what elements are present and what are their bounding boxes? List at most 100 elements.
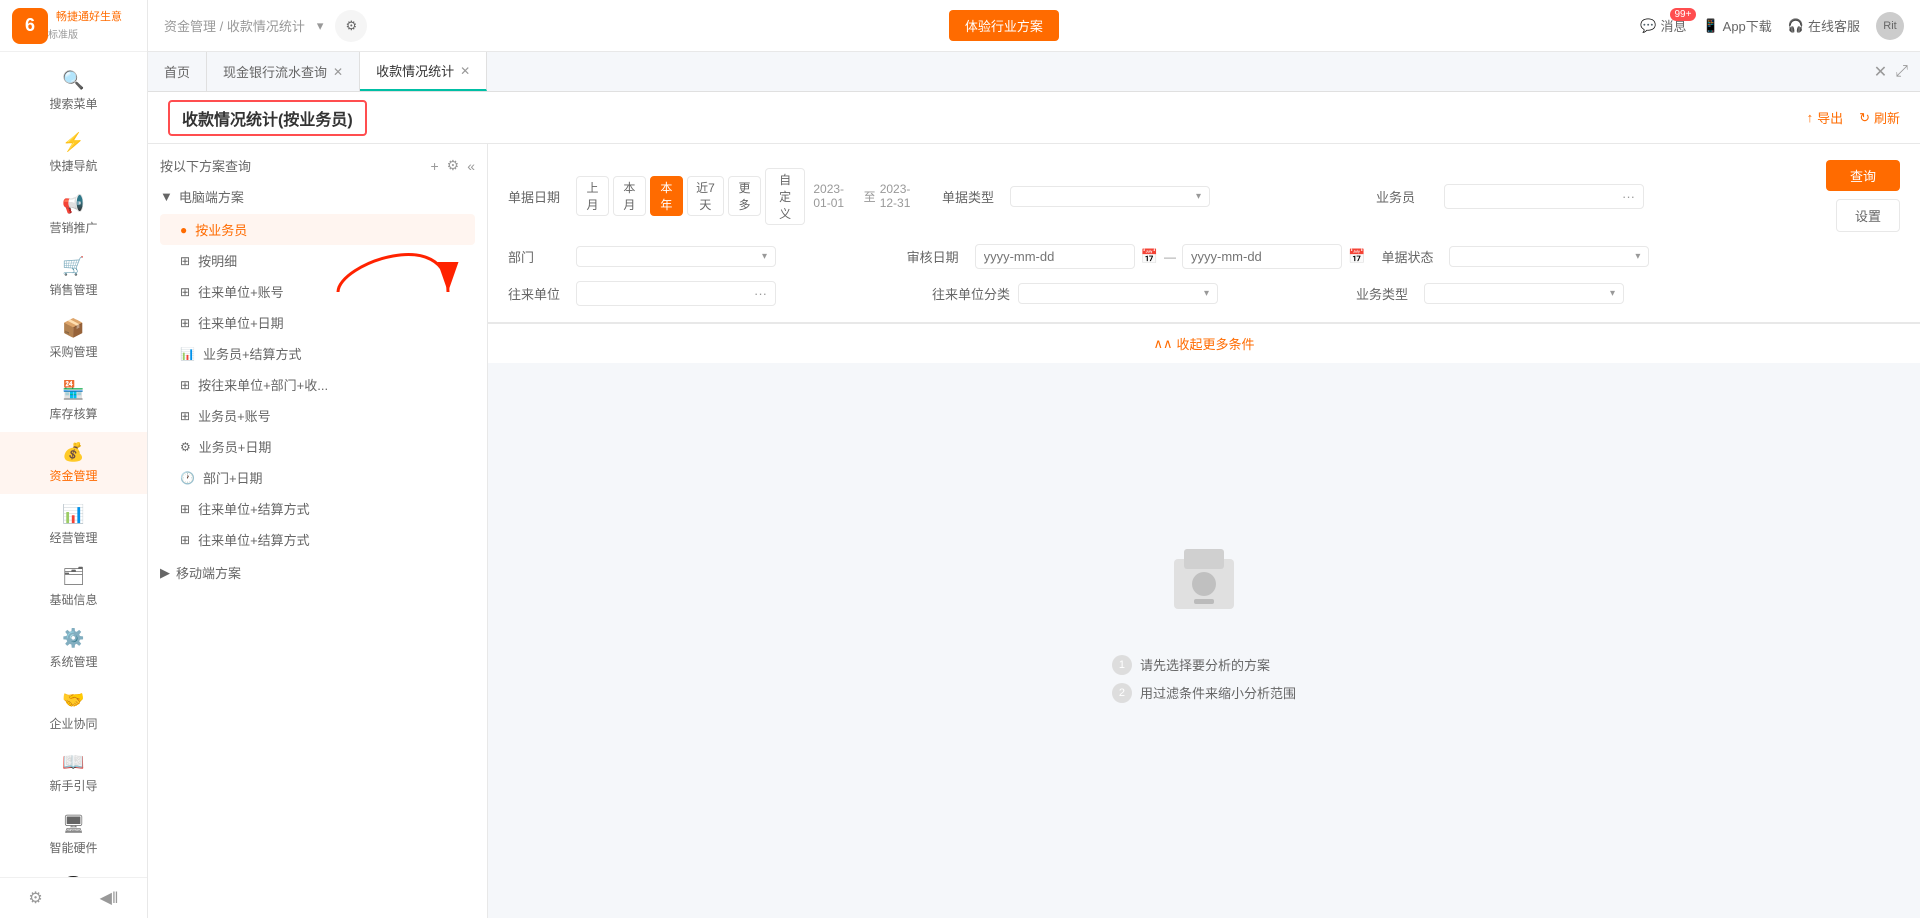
sidebar-item-guide[interactable]: 📖 新手引导 xyxy=(0,742,147,804)
scheme-item-partner-dept-collection[interactable]: ⊞ 按往来单位+部门+收... xyxy=(160,369,475,400)
partner-category-select[interactable]: ▾ xyxy=(1018,283,1218,304)
salesperson-label: 业务员 xyxy=(1376,187,1436,206)
date-custom-btn[interactable]: 自定义 xyxy=(765,168,805,225)
sidebar-item-search-menu[interactable]: 🔍 搜索菜单 xyxy=(0,60,147,122)
online-service-btn[interactable]: 🎧 在线客服 xyxy=(1788,16,1860,35)
filter-add-icon[interactable]: + xyxy=(430,158,438,174)
voucher-status-select[interactable]: ▾ xyxy=(1449,246,1649,267)
review-date-to-input[interactable] xyxy=(1182,244,1342,269)
voucher-status-label: 单据状态 xyxy=(1381,247,1441,266)
scheme-item-dept-date[interactable]: 🕐 部门+日期 xyxy=(160,462,475,493)
scheme-section-mobile: ▶ 移动端方案 xyxy=(160,563,475,582)
tab-collection-stats-close[interactable]: ✕ xyxy=(460,64,470,78)
sidebar-item-purchase[interactable]: 📦 采购管理 xyxy=(0,308,147,370)
sidebar-item-sales[interactable]: 🛒 销售管理 xyxy=(0,246,147,308)
date-last7-btn[interactable]: 近7天 xyxy=(687,176,724,216)
sidebar-item-inventory[interactable]: 🏪 库存核算 xyxy=(0,370,147,432)
business-type-field: 业务类型 ▾ xyxy=(1356,283,1764,304)
scheme-item-salesperson-settlement[interactable]: 📊 业务员+结算方式 xyxy=(160,338,475,369)
user-avatar[interactable]: Rit xyxy=(1876,12,1904,40)
sidebar-item-system[interactable]: ⚙️ 系统管理 xyxy=(0,618,147,680)
enterprise-solution-btn[interactable]: 体验行业方案 xyxy=(949,10,1059,41)
tabs-bar: 首页 现金银行流水查询 ✕ 收款情况统计 ✕ ✕ ⤢ xyxy=(148,52,1920,92)
partner-field: 往来单位 ··· xyxy=(508,281,916,306)
form-row-1: 单据日期 上月 本月 本年 近7天 更多 自定义 2023-01-01 至 xyxy=(508,160,1900,232)
app-download-btn[interactable]: 📱 App下载 xyxy=(1702,16,1771,35)
salesperson-dots[interactable]: ··· xyxy=(1622,189,1635,204)
dept-select[interactable]: ▾ xyxy=(576,246,776,267)
sidebar-item-hardware[interactable]: 🖥 智能硬件 xyxy=(0,804,147,866)
desktop-section-header[interactable]: ▼ 电脑端方案 xyxy=(160,187,475,206)
scheme-section-desktop: ▼ 电脑端方案 ● 按业务员 ⊞ 按明细 ⊞ 往来单位+账号 ⊞ 往来单位+ xyxy=(160,187,475,555)
date-from-value: 2023-01-01 xyxy=(813,182,859,210)
query-area: 单据日期 上月 本月 本年 近7天 更多 自定义 2023-01-01 至 xyxy=(488,144,1920,918)
business-type-select[interactable]: ▾ xyxy=(1424,283,1624,304)
page-actions: ↑ 导出 ↻ 刷新 xyxy=(1807,108,1900,127)
sidebar-item-quick-nav[interactable]: ⚡ 快捷导航 xyxy=(0,122,147,184)
export-btn[interactable]: ↑ 导出 xyxy=(1807,108,1844,127)
topbar-gear-btn[interactable]: ⚙ xyxy=(335,10,367,42)
setting-btn[interactable]: 设置 xyxy=(1836,199,1900,232)
sidebar-label-marketing: 营销推广 xyxy=(49,219,97,236)
scheme-item-label-detail: 按明细 xyxy=(198,251,237,270)
logo-icon: 6 xyxy=(12,8,48,44)
tab-close-icon[interactable]: ✕ xyxy=(1874,62,1887,82)
mobile-section-arrow: ▶ xyxy=(160,565,170,581)
sidebar-item-enterprise[interactable]: 🤝 企业协同 xyxy=(0,680,147,742)
voucher-type-select[interactable]: ▾ xyxy=(1010,186,1210,207)
tab-bank-flow-close[interactable]: ✕ xyxy=(333,65,343,79)
refresh-btn[interactable]: ↻ 刷新 xyxy=(1859,108,1900,127)
partner-account-icon: ⊞ xyxy=(180,285,190,299)
salesperson-select[interactable]: ··· xyxy=(1444,184,1644,209)
marketing-icon: 📢 xyxy=(62,194,84,215)
scheme-item-label-partner-settlement1: 往来单位+结算方式 xyxy=(198,499,310,518)
topbar-dropdown-icon[interactable]: ▾ xyxy=(317,18,324,34)
tab-expand-icon[interactable]: ⤢ xyxy=(1895,63,1908,81)
collapse-bar[interactable]: ∧∧ 收起更多条件 xyxy=(488,323,1920,363)
settings-bottom-btn[interactable]: ⚙ xyxy=(28,888,42,908)
collapse-bottom-btn[interactable]: ◀‖ xyxy=(100,888,119,908)
scheme-item-by-detail[interactable]: ⊞ 按明细 xyxy=(160,245,475,276)
search-menu-icon: 🔍 xyxy=(62,70,84,91)
sales-icon: 🛒 xyxy=(62,256,84,277)
date-more-btn[interactable]: 更多 xyxy=(728,176,761,216)
sidebar-item-wechat[interactable]: 💬 企业微信 xyxy=(0,866,147,877)
scheme-item-label-salesperson-settlement: 业务员+结算方式 xyxy=(203,344,302,363)
sidebar-item-finance[interactable]: 💰 资金管理 xyxy=(0,432,147,494)
tab-home[interactable]: 首页 xyxy=(148,52,207,91)
partner-dots[interactable]: ··· xyxy=(754,286,767,301)
business-type-arrow: ▾ xyxy=(1610,288,1615,299)
query-btn[interactable]: 查询 xyxy=(1826,160,1900,191)
scheme-item-partner-date[interactable]: ⊞ 往来单位+日期 xyxy=(160,307,475,338)
tip-2-num: 2 xyxy=(1112,683,1132,703)
scheme-item-label-partner-date: 往来单位+日期 xyxy=(198,313,284,332)
desktop-section-arrow: ▼ xyxy=(160,189,173,204)
date-last-month-btn[interactable]: 上月 xyxy=(576,176,609,216)
filter-settings-icon[interactable]: ⚙ xyxy=(447,157,460,174)
scheme-item-salesperson-account[interactable]: ⊞ 业务员+账号 xyxy=(160,400,475,431)
voucher-status-arrow: ▾ xyxy=(1635,251,1640,262)
topbar-breadcrumb: 资金管理 / 收款情况统计 xyxy=(164,16,305,35)
filter-collapse-icon[interactable]: « xyxy=(467,158,475,174)
mobile-section-header[interactable]: ▶ 移动端方案 xyxy=(160,563,475,582)
sidebar-item-marketing[interactable]: 📢 营销推广 xyxy=(0,184,147,246)
scheme-item-partner-settlement1[interactable]: ⊞ 往来单位+结算方式 xyxy=(160,493,475,524)
sidebar-label-sales: 销售管理 xyxy=(49,281,97,298)
tab-collection-stats[interactable]: 收款情况统计 ✕ xyxy=(360,52,487,91)
scheme-item-partner-account[interactable]: ⊞ 往来单位+账号 xyxy=(160,276,475,307)
date-this-year-btn[interactable]: 本年 xyxy=(650,176,683,216)
tab-bank-flow[interactable]: 现金银行流水查询 ✕ xyxy=(207,52,360,91)
scheme-item-by-salesperson[interactable]: ● 按业务员 xyxy=(160,214,475,245)
scheme-item-partner-settlement2[interactable]: ⊞ 往来单位+结算方式 xyxy=(160,524,475,555)
date-this-month-btn[interactable]: 本月 xyxy=(613,176,646,216)
sidebar-item-operation[interactable]: 📊 经营管理 xyxy=(0,494,147,556)
sidebar-item-basic[interactable]: 🗂 基础信息 xyxy=(0,556,147,618)
service-icon: 🎧 xyxy=(1788,18,1804,34)
voucher-status-field: 单据状态 ▾ xyxy=(1381,246,1764,267)
filter-header-actions: + ⚙ « xyxy=(430,157,475,174)
partner-select[interactable]: ··· xyxy=(576,281,776,306)
scheme-item-salesperson-date[interactable]: ⚙ 业务员+日期 xyxy=(160,431,475,462)
messages-btn[interactable]: 💬 消息 99+ xyxy=(1640,16,1686,35)
review-date-from-input[interactable] xyxy=(975,244,1135,269)
tip-1-num: 1 xyxy=(1112,655,1132,675)
